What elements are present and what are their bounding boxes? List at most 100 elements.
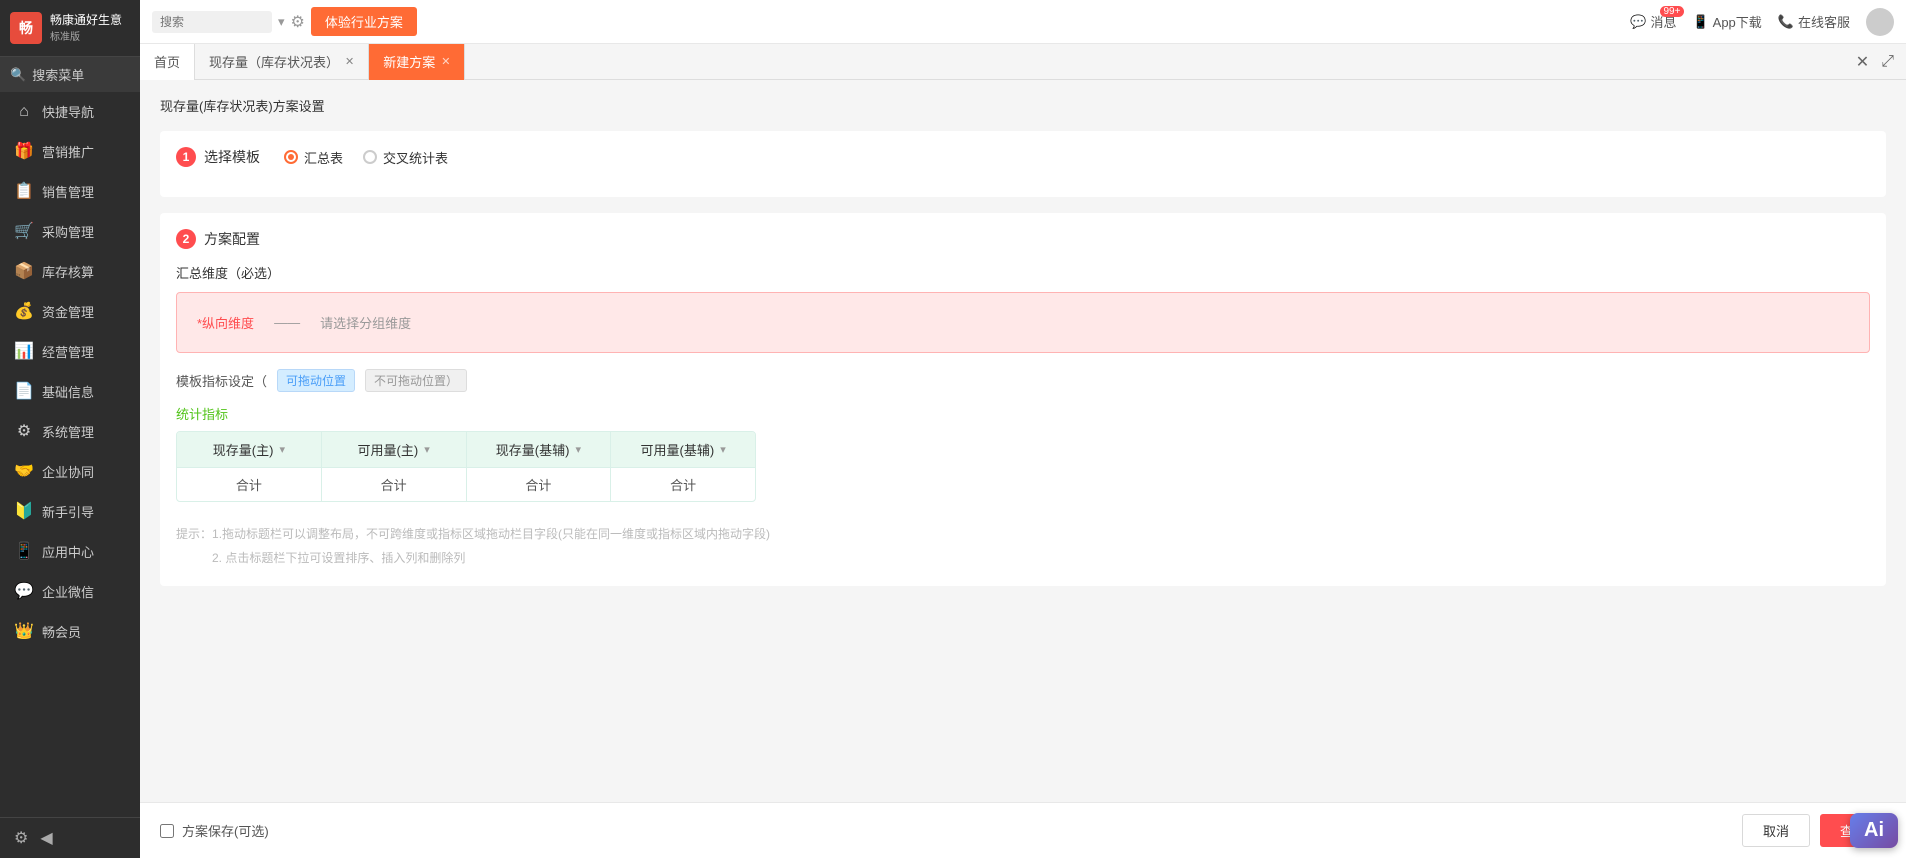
- tab-new-plan-label: 新建方案: [383, 52, 435, 71]
- sidebar-item-label: 畅会员: [42, 622, 81, 641]
- sidebar-item-wechat[interactable]: 💬 企业微信: [0, 571, 140, 611]
- sidebar-item-apps[interactable]: 📱 应用中心: [0, 531, 140, 571]
- save-check: 方案保存(可选): [160, 821, 269, 840]
- sidebar-item-label: 销售管理: [42, 182, 94, 201]
- step1-title: 选择模板: [204, 147, 260, 167]
- sidebar-item-label: 快捷导航: [42, 102, 94, 121]
- step1-header: 1 选择模板 汇总表 交叉统计表: [176, 147, 1870, 167]
- sidebar-item-label: 企业微信: [42, 582, 94, 601]
- main-area: ▾ ⚙ 体验行业方案 💬 消息 99+ 📱 App下载 📞 在线客服 首页: [140, 0, 1906, 858]
- tip-title: 提示：1.拖动标题栏可以调整布局，不可跨维度或指标区域拖动栏目字段(只能在同一维…: [176, 522, 1870, 546]
- sidebar-footer: ⚙ ◀: [0, 817, 140, 858]
- top-bar-right: 💬 消息 99+ 📱 App下载 📞 在线客服: [1630, 8, 1894, 36]
- app-name-block: 畅康通好生意 标准版: [50, 13, 122, 44]
- expand-panel-icon[interactable]: ⤢: [1877, 49, 1898, 75]
- sidebar-item-newbie[interactable]: 🔰 新手引导: [0, 491, 140, 531]
- message-button[interactable]: 💬 消息 99+: [1630, 12, 1676, 31]
- cell-1-4: 合计: [611, 468, 755, 501]
- sidebar-item-system[interactable]: ⚙ 系统管理: [0, 411, 140, 451]
- col1-chevron-icon[interactable]: ▾: [279, 443, 285, 456]
- trial-button[interactable]: 体验行业方案: [311, 7, 417, 36]
- sidebar-item-label: 采购管理: [42, 222, 94, 241]
- sales-icon: 📋: [14, 181, 34, 201]
- sidebar-item-management[interactable]: 📊 经营管理: [0, 331, 140, 371]
- cell-1-2: 合计: [322, 468, 467, 501]
- radio-summary[interactable]: 汇总表: [284, 148, 343, 167]
- sidebar-item-purchase[interactable]: 🛒 采购管理: [0, 211, 140, 251]
- stat-col-2[interactable]: 可用量(主) ▾: [322, 432, 467, 467]
- online-support-button[interactable]: 📞 在线客服: [1778, 12, 1850, 31]
- close-panel-icon[interactable]: ✕: [1852, 48, 1873, 76]
- dimension-required-label: *纵向维度: [197, 313, 254, 332]
- top-search-input[interactable]: [152, 11, 272, 33]
- col1-label: 现存量(主): [213, 440, 274, 459]
- sidebar-item-basic[interactable]: 📄 基础信息: [0, 371, 140, 411]
- radio-cross[interactable]: 交叉统计表: [363, 148, 448, 167]
- tab-new-plan[interactable]: 新建方案 ✕: [369, 44, 465, 80]
- panel-controls: ✕ ⤢: [1852, 48, 1906, 76]
- sidebar-item-quick-nav[interactable]: ⌂ 快捷导航: [0, 92, 140, 131]
- footer-menu-icon[interactable]: ◀: [40, 828, 52, 848]
- tab-home-label: 首页: [154, 52, 180, 71]
- inventory-icon: 📦: [14, 261, 34, 281]
- search-label: 搜索菜单: [32, 65, 84, 84]
- chevron-down-icon[interactable]: ▾: [278, 14, 285, 30]
- sidebar-item-enterprise[interactable]: 🤝 企业协同: [0, 451, 140, 491]
- sidebar-item-label: 应用中心: [42, 542, 94, 561]
- radio-summary-label: 汇总表: [304, 148, 343, 167]
- sidebar-item-marketing[interactable]: 🎁 营销推广: [0, 131, 140, 171]
- enterprise-icon: 🤝: [14, 461, 34, 481]
- col4-label: 可用量(基辅): [641, 440, 715, 459]
- cancel-button[interactable]: 取消: [1742, 814, 1810, 847]
- col2-chevron-icon[interactable]: ▾: [424, 443, 430, 456]
- non-draggable-badge: 不可拖动位置）: [365, 369, 467, 392]
- step1-section: 1 选择模板 汇总表 交叉统计表: [160, 131, 1886, 197]
- stat-col-1[interactable]: 现存量(主) ▾: [177, 432, 322, 467]
- sidebar-item-sales[interactable]: 📋 销售管理: [0, 171, 140, 211]
- aggregate-label: 汇总维度（必选）: [176, 263, 1870, 282]
- cell-1-1: 合计: [177, 468, 322, 501]
- sidebar-item-member[interactable]: 👑 畅会员: [0, 611, 140, 651]
- ai-badge[interactable]: Ai: [1850, 813, 1898, 848]
- sidebar-item-label: 企业协同: [42, 462, 94, 481]
- stat-table: 现存量(主) ▾ 可用量(主) ▾ 现存量(基辅) ▾ 可用量(基辅): [176, 431, 756, 502]
- sidebar-nav: ⌂ 快捷导航 🎁 营销推广 📋 销售管理 🛒 采购管理 📦 库存核算 💰 资金管…: [0, 92, 140, 817]
- top-bar: ▾ ⚙ 体验行业方案 💬 消息 99+ 📱 App下载 📞 在线客服: [140, 0, 1906, 44]
- finance-icon: 💰: [14, 301, 34, 321]
- app-edition: 标准版: [50, 28, 122, 43]
- col4-chevron-icon[interactable]: ▾: [720, 443, 726, 456]
- sidebar-item-inventory[interactable]: 📦 库存核算: [0, 251, 140, 291]
- dimension-placeholder[interactable]: 请选择分组维度: [320, 313, 411, 332]
- tip1: 1.拖动标题栏可以调整布局，不可跨维度或指标区域拖动栏目字段(只能在同一维度或指…: [212, 527, 770, 541]
- footer-settings-icon[interactable]: ⚙: [14, 828, 28, 848]
- sidebar-item-label: 新手引导: [42, 502, 94, 521]
- stat-col-3[interactable]: 现存量(基辅) ▾: [467, 432, 612, 467]
- app-name: 畅康通好生意: [50, 13, 122, 29]
- message-icon: 💬: [1630, 14, 1646, 30]
- step2-num: 2: [176, 229, 196, 249]
- tab-inventory-close-icon[interactable]: ✕: [345, 55, 354, 68]
- tab-new-plan-close-icon[interactable]: ✕: [441, 55, 450, 68]
- settings-gear-icon[interactable]: ⚙: [291, 12, 305, 32]
- tab-home[interactable]: 首页: [140, 44, 195, 80]
- indicator-label: 模板指标设定（: [176, 371, 267, 390]
- stat-title: 统计指标: [176, 404, 1870, 423]
- home-icon: ⌂: [14, 103, 34, 121]
- tab-inventory-status[interactable]: 现存量（库存状况表） ✕: [195, 44, 369, 80]
- col3-chevron-icon[interactable]: ▾: [575, 443, 581, 456]
- save-checkbox[interactable]: [160, 824, 174, 838]
- app-download-button[interactable]: 📱 App下载: [1692, 12, 1761, 31]
- sidebar-item-label: 资金管理: [42, 302, 94, 321]
- sidebar-item-label: 基础信息: [42, 382, 94, 401]
- basic-icon: 📄: [14, 381, 34, 401]
- user-avatar[interactable]: [1866, 8, 1894, 36]
- col3-label: 现存量(基辅): [496, 440, 570, 459]
- radio-summary-circle: [284, 150, 298, 164]
- cell-1-3: 合计: [467, 468, 612, 501]
- stat-col-4[interactable]: 可用量(基辅) ▾: [611, 432, 755, 467]
- template-radio-group: 汇总表 交叉统计表: [284, 148, 448, 167]
- app-download-label: App下载: [1713, 12, 1762, 31]
- step2-title: 方案配置: [204, 229, 260, 249]
- sidebar-item-finance[interactable]: 💰 资金管理: [0, 291, 140, 331]
- sidebar-search[interactable]: 🔍 搜索菜单: [0, 57, 140, 92]
